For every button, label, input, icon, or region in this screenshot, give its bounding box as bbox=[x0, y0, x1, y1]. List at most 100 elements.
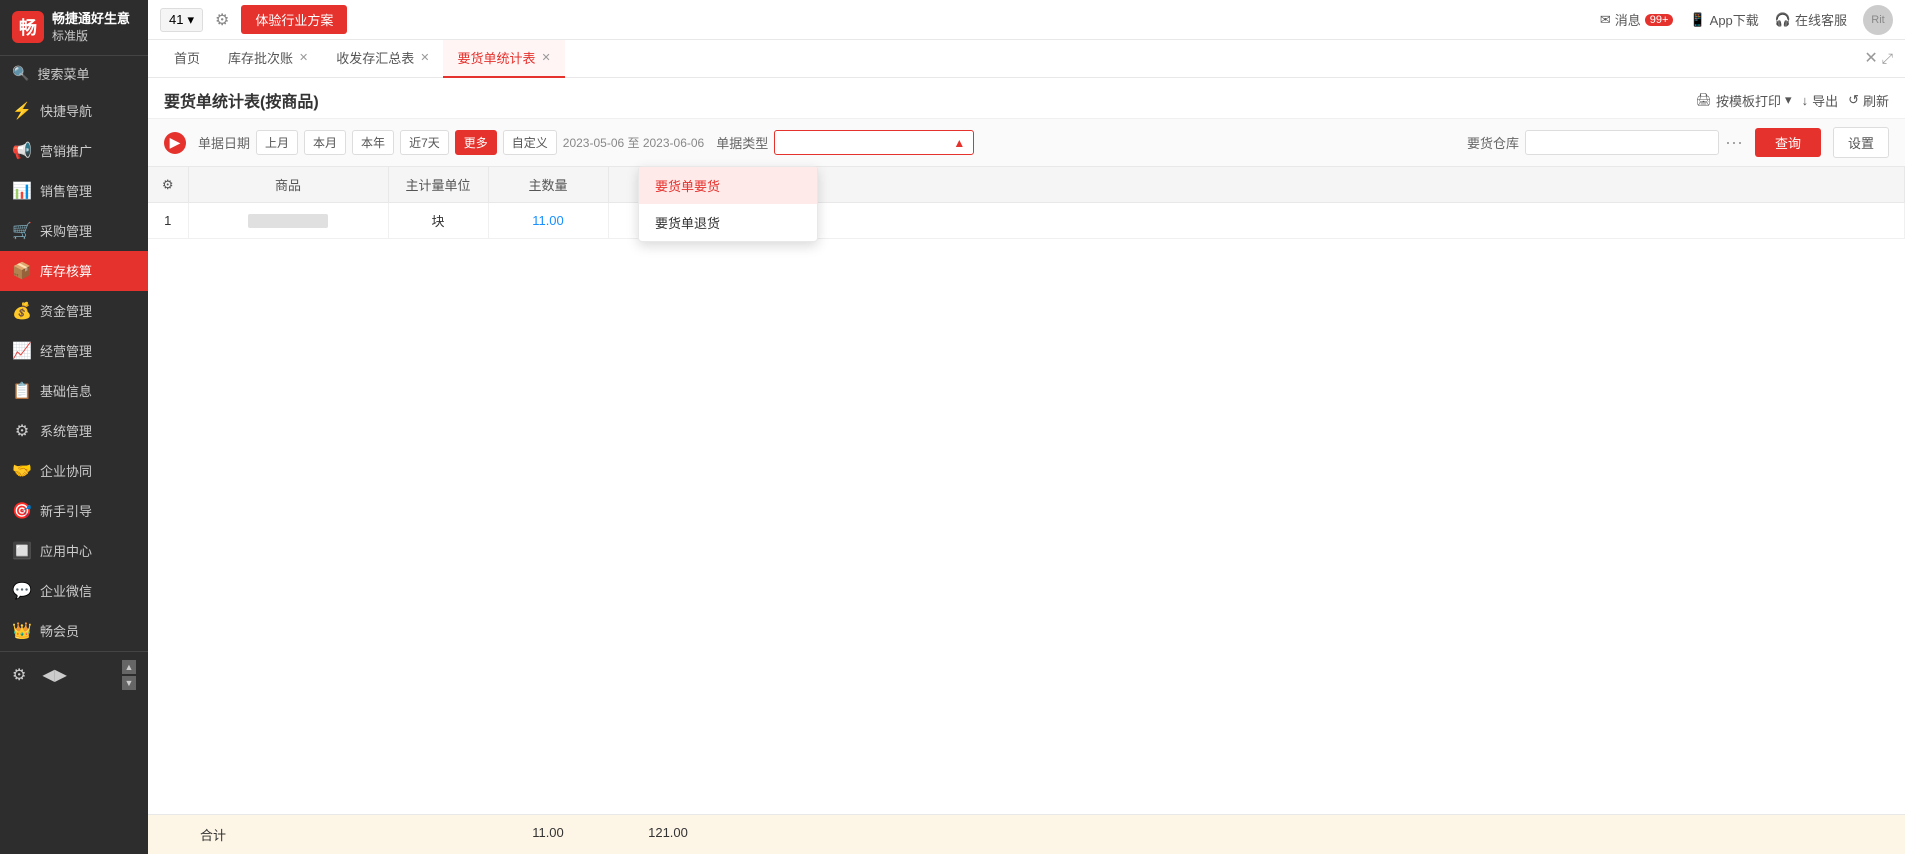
col-header-settings[interactable]: ⚙ bbox=[148, 167, 188, 203]
footer-label: 合计 bbox=[188, 825, 388, 844]
app-download-btn[interactable]: 📱 App下载 bbox=[1689, 10, 1758, 29]
sidebar-item-enterprise[interactable]: 🤝 企业协同 bbox=[0, 451, 148, 491]
table-footer: 合计 11.00 121.00 bbox=[148, 814, 1905, 854]
export-btn[interactable]: ↓ 导出 bbox=[1802, 91, 1839, 110]
sidebar-scroll-up[interactable]: ▲ bbox=[122, 660, 136, 674]
row-unit: 块 bbox=[388, 203, 488, 239]
footer-qty: 11.00 bbox=[488, 825, 608, 844]
row-num: 1 bbox=[148, 203, 188, 239]
tab-close-order-stats[interactable]: ✕ bbox=[542, 51, 551, 64]
print-btn[interactable]: 🖨 按模板打印 ▾ bbox=[1696, 91, 1792, 110]
sidebar-item-purchase[interactable]: 🛒 采购管理 bbox=[0, 211, 148, 251]
service-icon: 🎧 bbox=[1775, 12, 1791, 28]
type-select-value bbox=[783, 135, 787, 150]
sidebar-item-finance[interactable]: 💰 资金管理 bbox=[0, 291, 148, 331]
sidebar-item-inventory[interactable]: 📦 库存核算 bbox=[0, 251, 148, 291]
type-filter-group: 单据类型 ▲ bbox=[716, 130, 1455, 155]
sidebar-scroll-down[interactable]: ▼ bbox=[122, 676, 136, 690]
sidebar-logo: 畅 畅捷通好生意 标准版 bbox=[0, 0, 148, 56]
industry-btn[interactable]: 体验行业方案 bbox=[241, 5, 347, 34]
date-range-display: 2023-05-06 至 2023-06-06 bbox=[563, 134, 704, 151]
type-select[interactable]: ▲ bbox=[774, 130, 974, 155]
sidebar-item-operations[interactable]: 📈 经营管理 bbox=[0, 331, 148, 371]
quick-nav-icon: ⚡ bbox=[12, 101, 32, 121]
page-title: 要货单统计表(按商品) bbox=[164, 88, 319, 112]
date-btn-custom[interactable]: 自定义 bbox=[503, 130, 557, 155]
message-icon: ✉ bbox=[1600, 12, 1611, 28]
table-area: ⚙ 商品 主计量单位 主数量 零售金额 1 块 bbox=[148, 167, 1905, 814]
sidebar-item-quick-nav[interactable]: ⚡ 快捷导航 bbox=[0, 91, 148, 131]
tab-close-inventory-batch[interactable]: ✕ bbox=[299, 51, 308, 64]
print-icon: 🖨 bbox=[1696, 92, 1713, 108]
date-btn-this-month[interactable]: 本月 bbox=[304, 130, 346, 155]
tabs-bar: 首页 库存批次账 ✕ 收发存汇总表 ✕ 要货单统计表 ✕ ✕ ⤢ bbox=[148, 40, 1905, 78]
page-header: 要货单统计表(按商品) 🖨 按模板打印 ▾ ↓ 导出 ↺ 刷新 bbox=[148, 78, 1905, 119]
main-content: 41 ▾ ⚙ 体验行业方案 ✉ 消息 99+ 📱 App下载 🎧 在线客服 Ri… bbox=[148, 0, 1905, 854]
date-filter-group: 单据日期 上月 本月 本年 近7天 更多 自定义 2023-05-06 至 20… bbox=[198, 130, 704, 155]
col-header-qty: 主数量 bbox=[488, 167, 608, 203]
selector-dropdown-icon: ▾ bbox=[187, 12, 194, 28]
topbar-right: ✉ 消息 99+ 📱 App下载 🎧 在线客服 Rit bbox=[1600, 5, 1893, 35]
type-dropdown: 要货单要货 要货单退货 bbox=[638, 166, 818, 242]
sidebar-item-sales[interactable]: 📊 销售管理 bbox=[0, 171, 148, 211]
refresh-icon: ↺ bbox=[1848, 92, 1859, 108]
row-qty[interactable]: 11.00 bbox=[488, 203, 608, 239]
data-table: ⚙ 商品 主计量单位 主数量 零售金额 1 块 bbox=[148, 167, 1905, 239]
tab-home[interactable]: 首页 bbox=[160, 40, 214, 78]
dropdown-item-return-order[interactable]: 要货单退货 bbox=[639, 204, 817, 241]
tab-receivable-summary[interactable]: 收发存汇总表 ✕ bbox=[322, 40, 443, 78]
message-btn[interactable]: ✉ 消息 99+ bbox=[1600, 10, 1674, 29]
sidebar-toggle-icon[interactable]: ◀▶ bbox=[42, 665, 67, 685]
tab-expand-icon[interactable]: ⤢ bbox=[1882, 50, 1893, 67]
inventory-icon: 📦 bbox=[12, 261, 32, 281]
search-icon: 🔍 bbox=[12, 65, 29, 82]
sidebar-item-app-center[interactable]: 🔲 应用中心 bbox=[0, 531, 148, 571]
sidebar: 畅 畅捷通好生意 标准版 🔍 搜索菜单 ⚡ 快捷导航 📢 营销推广 📊 销售管理… bbox=[0, 0, 148, 854]
warehouse-input[interactable] bbox=[1525, 130, 1719, 155]
tab-inventory-batch[interactable]: 库存批次账 ✕ bbox=[214, 40, 322, 78]
settings-btn[interactable]: 设置 bbox=[1833, 127, 1889, 158]
sidebar-item-membership[interactable]: 👑 畅会员 bbox=[0, 611, 148, 651]
refresh-btn[interactable]: ↺ 刷新 bbox=[1848, 91, 1889, 110]
sidebar-item-wechat[interactable]: 💬 企业微信 bbox=[0, 571, 148, 611]
user-avatar[interactable]: Rit bbox=[1863, 5, 1893, 35]
row-goods bbox=[188, 203, 388, 239]
tab-order-stats[interactable]: 要货单统计表 ✕ bbox=[443, 40, 564, 78]
logo-text: 畅捷通好生意 标准版 bbox=[52, 10, 130, 45]
tab-close-all[interactable]: ✕ bbox=[1864, 51, 1877, 67]
app-icon: 📱 bbox=[1689, 12, 1705, 28]
dropdown-item-purchase-order[interactable]: 要货单要货 bbox=[639, 167, 817, 204]
sidebar-item-basic[interactable]: 📋 基础信息 bbox=[0, 371, 148, 411]
marketing-icon: 📢 bbox=[12, 141, 32, 161]
sidebar-item-system[interactable]: ⚙ 系统管理 bbox=[0, 411, 148, 451]
goods-placeholder bbox=[248, 214, 328, 228]
sidebar-item-marketing[interactable]: 📢 营销推广 bbox=[0, 131, 148, 171]
date-btn-more[interactable]: 更多 bbox=[455, 130, 497, 155]
search-menu[interactable]: 🔍 搜索菜单 bbox=[0, 56, 148, 91]
warehouse-more-icon[interactable]: ··· bbox=[1725, 132, 1743, 153]
date-btn-last-month[interactable]: 上月 bbox=[256, 130, 298, 155]
topbar: 41 ▾ ⚙ 体验行业方案 ✉ 消息 99+ 📱 App下载 🎧 在线客服 Ri… bbox=[148, 0, 1905, 40]
settings-bottom-icon[interactable]: ⚙ bbox=[12, 665, 26, 685]
online-service-btn[interactable]: 🎧 在线客服 bbox=[1775, 10, 1847, 29]
type-select-arrow-icon: ▲ bbox=[953, 136, 965, 150]
row-extra bbox=[728, 203, 1905, 239]
export-icon: ↓ bbox=[1802, 93, 1809, 108]
date-btn-this-year[interactable]: 本年 bbox=[352, 130, 394, 155]
sidebar-item-guide[interactable]: 🎯 新手引导 bbox=[0, 491, 148, 531]
query-btn[interactable]: 查询 bbox=[1755, 128, 1821, 157]
company-selector[interactable]: 41 ▾ bbox=[160, 8, 203, 32]
table-row: 1 块 11.00 121.00 bbox=[148, 203, 1905, 239]
warehouse-filter-group: 要货仓库 ··· bbox=[1467, 130, 1743, 155]
filter-expand-btn[interactable]: ▶ bbox=[164, 132, 186, 154]
guide-icon: 🎯 bbox=[12, 501, 32, 521]
date-btn-last-7-days[interactable]: 近7天 bbox=[400, 130, 449, 155]
col-header-goods: 商品 bbox=[188, 167, 388, 203]
topbar-left: 41 ▾ ⚙ 体验行业方案 bbox=[160, 5, 347, 34]
print-dropdown-icon: ▾ bbox=[1785, 92, 1792, 108]
operations-icon: 📈 bbox=[12, 341, 32, 361]
topbar-gear-icon[interactable]: ⚙ bbox=[215, 10, 229, 30]
sidebar-bottom: ⚙ ◀▶ ▲ ▼ bbox=[0, 651, 148, 698]
logo-icon: 畅 bbox=[12, 11, 44, 43]
tab-close-receivable-summary[interactable]: ✕ bbox=[420, 51, 429, 64]
